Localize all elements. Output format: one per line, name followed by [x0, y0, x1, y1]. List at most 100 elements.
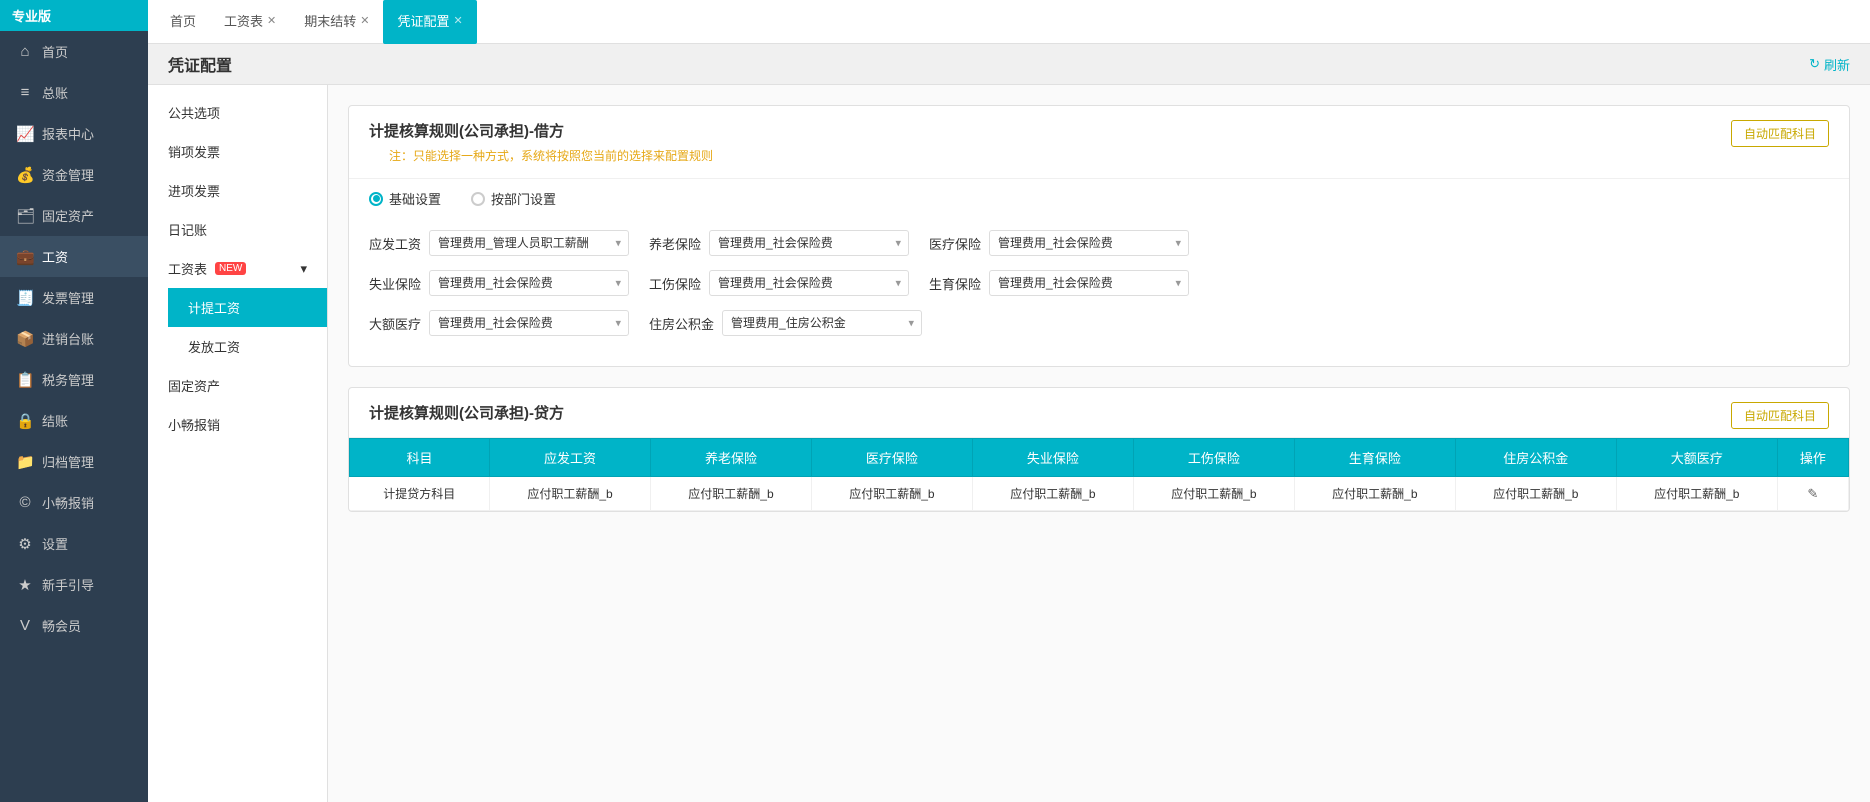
select-wrapper-sybx: 管理费用_社会保险费	[429, 270, 629, 296]
form-item-dayl: 大额医疗 管理费用_社会保险费	[369, 310, 629, 336]
cell-yfgz: 应付职工薪酬_b	[490, 477, 651, 511]
label-yfgz: 应发工资	[369, 234, 421, 253]
vip-icon: V	[16, 617, 34, 634]
tab-voucher-config[interactable]: 凭证配置 ✕	[383, 0, 476, 44]
fund-icon: 💰	[16, 166, 34, 184]
cell-gsbx: 应付职工薪酬_b	[1133, 477, 1294, 511]
select-sybx2[interactable]: 管理费用_社会保险费	[989, 270, 1189, 296]
select-wrapper-ylbx2: 管理费用_社会保险费	[989, 230, 1189, 256]
form-item-ylbx: 养老保险 管理费用_社会保险费	[649, 230, 909, 256]
label-ylbx2: 医疗保险	[929, 234, 981, 253]
left-nav-pay-salary[interactable]: 发放工资	[168, 327, 327, 366]
sidebar-item-asset[interactable]: 🗂 固定资产	[0, 195, 148, 236]
refresh-icon: ↻	[1809, 56, 1820, 72]
sidebar-item-stock[interactable]: 📦 进销台账	[0, 318, 148, 359]
col-sybx: 失业保险	[972, 439, 1133, 477]
debit-section: 计提核算规则(公司承担)-借方 注：只能选择一种方式，系统将按照您当前的选择来配…	[348, 105, 1850, 367]
radio-basic[interactable]: 基础设置	[369, 189, 441, 208]
col-action: 操作	[1777, 439, 1848, 477]
select-zfgjj[interactable]: 管理费用_住房公积金	[722, 310, 922, 336]
main-panel: 计提核算规则(公司承担)-借方 注：只能选择一种方式，系统将按照您当前的选择来配…	[328, 85, 1870, 802]
ledger-icon: ≡	[16, 84, 34, 101]
sidebar-item-tax[interactable]: 📋 税务管理	[0, 359, 148, 400]
credit-section: 计提核算规则(公司承担)-贷方 自动匹配科目 科目 应发工资 养老保险 医疗保险…	[348, 387, 1850, 512]
credit-section-header: 计提核算规则(公司承担)-贷方 自动匹配科目	[349, 388, 1849, 438]
debit-auto-match-button[interactable]: 自动匹配科目	[1731, 120, 1829, 147]
left-nav-payroll-table[interactable]: 工资表 NEW ▾	[148, 249, 327, 288]
left-nav-purchase-invoice[interactable]: 进项发票	[148, 171, 327, 210]
col-dayl: 大额医疗	[1616, 439, 1777, 477]
tab-payroll[interactable]: 工资表 ✕	[210, 0, 290, 44]
select-ylbx2[interactable]: 管理费用_社会保险费	[989, 230, 1189, 256]
sidebar-item-archive[interactable]: 📁 归档管理	[0, 441, 148, 482]
sidebar-item-xc-report[interactable]: © 小畅报销	[0, 482, 148, 523]
tab-home[interactable]: 首页	[156, 0, 210, 44]
guide-icon: ★	[16, 576, 34, 594]
left-nav-sales-invoice[interactable]: 销项发票	[148, 132, 327, 171]
left-nav-xc-expense[interactable]: 小畅报销	[148, 405, 327, 444]
left-nav-sub: 计提工资 发放工资	[148, 288, 327, 366]
label-sybx2: 生育保险	[929, 274, 981, 293]
sidebar-item-salary[interactable]: 💼 工资	[0, 236, 148, 277]
label-ylbx: 养老保险	[649, 234, 701, 253]
select-gsbx[interactable]: 管理费用_社会保险费	[709, 270, 909, 296]
tab-period-close-close[interactable]: ✕	[360, 14, 369, 27]
sidebar-item-report[interactable]: 📈 报表中心	[0, 113, 148, 154]
left-nav-public[interactable]: 公共选项	[148, 93, 327, 132]
sidebar-item-fund[interactable]: 💰 资金管理	[0, 154, 148, 195]
sidebar: 专业版 ⌂ 首页 ≡ 总账 📈 报表中心 💰 资金管理 🗂 固定资产 💼 工资 …	[0, 0, 148, 802]
sidebar-item-invoice[interactable]: 🧾 发票管理	[0, 277, 148, 318]
cell-subject: 计提贷方科目	[350, 477, 490, 511]
debit-radio-group: 基础设置 按部门设置	[349, 179, 1849, 220]
col-zfgjj: 住房公积金	[1455, 439, 1616, 477]
select-yfgz[interactable]: 管理费用_管理人员职工薪酬	[429, 230, 629, 256]
label-gsbx: 工伤保险	[649, 274, 701, 293]
edit-icon[interactable]: ✎	[1807, 486, 1818, 501]
sidebar-item-home[interactable]: ⌂ 首页	[0, 31, 148, 72]
invoice-icon: 🧾	[16, 289, 34, 307]
page-title: 凭证配置	[168, 52, 232, 76]
left-nav-journal[interactable]: 日记账	[148, 210, 327, 249]
xc-report-icon: ©	[16, 494, 34, 511]
col-subject: 科目	[350, 439, 490, 477]
select-ylbx[interactable]: 管理费用_社会保险费	[709, 230, 909, 256]
form-item-zfgjj: 住房公积金 管理费用_住房公积金	[649, 310, 922, 336]
select-dayl[interactable]: 管理费用_社会保险费	[429, 310, 629, 336]
sidebar-item-guide[interactable]: ★ 新手引导	[0, 564, 148, 605]
sidebar-item-close[interactable]: 🔒 结账	[0, 400, 148, 441]
asset-icon: 🗂	[16, 207, 34, 225]
cell-edit[interactable]: ✎	[1777, 477, 1848, 511]
cell-ylbx2: 应付职工薪酬_b	[811, 477, 972, 511]
app-title: 专业版	[0, 0, 148, 31]
page-header: 凭证配置 ↻ 刷新	[148, 44, 1870, 85]
form-item-gsbx: 工伤保险 管理费用_社会保险费	[649, 270, 909, 296]
debit-form-row-1: 应发工资 管理费用_管理人员职工薪酬 养老保险 管理费用	[369, 230, 1829, 256]
close-account-icon: 🔒	[16, 412, 34, 430]
credit-table-header-row: 科目 应发工资 养老保险 医疗保险 失业保险 工伤保险 生育保险 住房公积金 大…	[350, 439, 1849, 477]
left-nav-fixed-assets[interactable]: 固定资产	[148, 366, 327, 405]
debit-form-row-2: 失业保险 管理费用_社会保险费 工伤保险 管理费用_社会	[369, 270, 1829, 296]
tab-bar: 首页 工资表 ✕ 期末结转 ✕ 凭证配置 ✕	[148, 0, 1870, 44]
radio-dept[interactable]: 按部门设置	[471, 189, 556, 208]
settings-icon: ⚙	[16, 535, 34, 553]
form-item-yfgz: 应发工资 管理费用_管理人员职工薪酬	[369, 230, 629, 256]
label-sybx: 失业保险	[369, 274, 421, 293]
debit-section-header: 计提核算规则(公司承担)-借方 注：只能选择一种方式，系统将按照您当前的选择来配…	[349, 106, 1849, 179]
form-item-sybx: 失业保险 管理费用_社会保险费	[369, 270, 629, 296]
credit-auto-match-button[interactable]: 自动匹配科目	[1731, 402, 1829, 429]
select-wrapper-yfgz: 管理费用_管理人员职工薪酬	[429, 230, 629, 256]
sidebar-item-settings[interactable]: ⚙ 设置	[0, 523, 148, 564]
refresh-button[interactable]: ↻ 刷新	[1809, 55, 1850, 74]
tab-voucher-config-close[interactable]: ✕	[454, 14, 463, 27]
tab-period-close[interactable]: 期末结转 ✕	[290, 0, 383, 44]
select-wrapper-sybx2: 管理费用_社会保险费	[989, 270, 1189, 296]
radio-basic-circle	[369, 192, 383, 206]
sidebar-item-ledger[interactable]: ≡ 总账	[0, 72, 148, 113]
sidebar-item-vip[interactable]: V 畅会员	[0, 605, 148, 646]
tab-payroll-close[interactable]: ✕	[267, 14, 276, 27]
left-nav-calc-salary[interactable]: 计提工资	[168, 288, 327, 327]
archive-icon: 📁	[16, 453, 34, 471]
label-zfgjj: 住房公积金	[649, 314, 714, 333]
select-sybx[interactable]: 管理费用_社会保险费	[429, 270, 629, 296]
credit-table: 科目 应发工资 养老保险 医疗保险 失业保险 工伤保险 生育保险 住房公积金 大…	[349, 438, 1849, 511]
